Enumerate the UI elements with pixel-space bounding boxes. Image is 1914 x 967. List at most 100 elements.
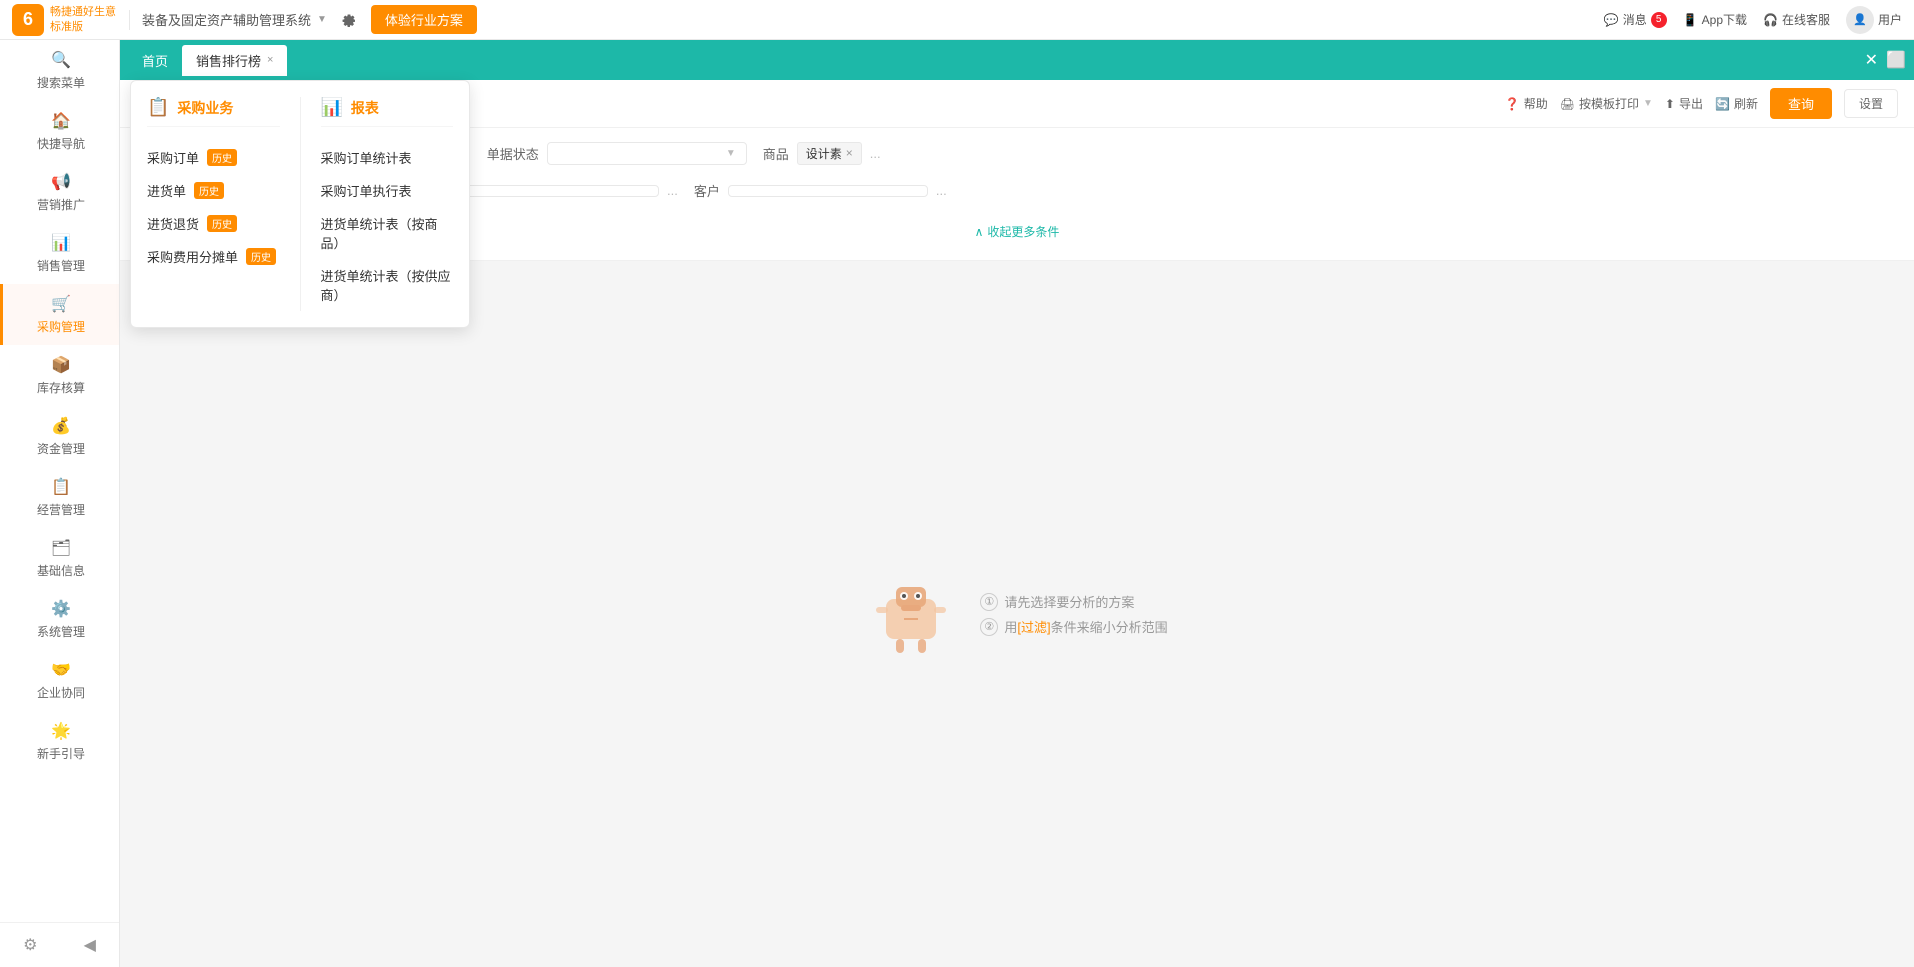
export-btn[interactable]: ⬆ 导出 [1665, 95, 1703, 112]
tab-sales-ranking[interactable]: 销售排行榜 × [182, 45, 287, 76]
search-icon: 🔍 [51, 50, 71, 70]
menu-item-goods-stats-product[interactable]: 进货单统计表（按商品） [321, 207, 454, 259]
help-btn[interactable]: ❓ 帮助 [1505, 95, 1548, 112]
sidebar-item-finance[interactable]: 💰 资金管理 [0, 406, 119, 467]
cooperation-icon: 🤝 [51, 660, 71, 680]
user-btn[interactable]: 👤 用户 [1846, 6, 1902, 34]
menu-col-report: 📊 报表 采购订单统计表 采购订单执行表 进货单统计表（按商品） 进货单统计表（… [321, 97, 454, 311]
empty-illustration [866, 569, 956, 659]
empty-hint-2: ② 用[过滤]条件来缩小分析范围 [980, 617, 1167, 636]
app-download-btn[interactable]: 📱 App下载 [1683, 11, 1747, 28]
system-title-arrow-icon: ▼ [317, 14, 327, 25]
empty-text: ① 请先选择要分析的方案 ② 用[过滤]条件来缩小分析范围 [980, 592, 1167, 636]
headset-icon: 🎧 [1763, 13, 1778, 27]
settings-button[interactable]: 设置 [1844, 89, 1898, 118]
menu-col-report-title: 📊 报表 [321, 97, 454, 127]
sales-icon: 📊 [51, 233, 71, 253]
sidebar-item-inventory[interactable]: 📦 库存核算 [0, 345, 119, 406]
home-icon: 🏠 [51, 111, 71, 131]
salesperson-input[interactable] [459, 185, 659, 197]
filter-dots-1[interactable]: ... [870, 146, 881, 161]
print-arrow-icon: ▼ [1643, 98, 1653, 109]
finance-icon: 💰 [51, 416, 71, 436]
sidebar-item-guide[interactable]: 🌟 新手引导 [0, 711, 119, 772]
menu-col-purchase-title: 📋 采购业务 [147, 97, 280, 127]
sidebar-item-cooperation[interactable]: 🤝 企业协同 [0, 650, 119, 711]
tabs-bar: 首页 销售排行榜 × ✕ ⬜ [120, 40, 1914, 80]
operations-icon: 📋 [51, 477, 71, 497]
tab-close-window-icon[interactable]: ✕ [1865, 50, 1878, 70]
sidebar-bottom: ⚙ ◀ [0, 922, 119, 967]
menu-item-goods-stats-supplier[interactable]: 进货单统计表（按供应商） [321, 259, 454, 311]
logo-icon: 6 [12, 4, 44, 36]
sidebar-item-marketing[interactable]: 📢 营销推广 [0, 162, 119, 223]
guide-icon: 🌟 [51, 721, 71, 741]
sidebar-item-sales[interactable]: 📊 销售管理 [0, 223, 119, 284]
status-input[interactable]: ▼ [547, 142, 747, 165]
main-content: ① 请先选择要分析的方案 ② 用[过滤]条件来缩小分析范围 [120, 261, 1914, 967]
badge-purchase-expense: 历史 [246, 248, 276, 265]
hint-text-2: 用[过滤]条件来缩小分析范围 [1004, 617, 1167, 636]
sidebar-item-basic-info[interactable]: 🗂 基础信息 [0, 528, 119, 589]
product-tag: 设计素 × [797, 142, 862, 165]
menu-item-purchase-order-stats[interactable]: 采购订单统计表 [321, 141, 454, 174]
refresh-icon: 🔄 [1715, 97, 1730, 111]
system-icon: ⚙️ [51, 599, 71, 619]
online-service-btn[interactable]: 🎧 在线客服 [1763, 11, 1830, 28]
sidebar-item-operations[interactable]: 📋 经营管理 [0, 467, 119, 528]
sidebar-menu: 🔍 搜索菜单 🏠 快捷导航 📢 营销推广 📊 销售管理 🛒 采购管 [0, 40, 119, 922]
settings-icon-btn[interactable] [335, 6, 363, 34]
message-icon: 💬 [1604, 13, 1619, 27]
purchase-icon: 🛒 [51, 294, 71, 314]
sidebar-settings-icon[interactable]: ⚙ [23, 935, 37, 955]
purchase-dropdown-menu: 📋 采购业务 采购订单 历史 进货单 历史 进货退货 历史 采购费用分摊单 历史 [130, 80, 470, 328]
customer-input[interactable] [728, 185, 928, 197]
menu-item-purchase-order[interactable]: 采购订单 历史 [147, 141, 280, 174]
sidebar-item-nav[interactable]: 🏠 快捷导航 [0, 101, 119, 162]
product-tag-remove-icon[interactable]: × [846, 146, 853, 160]
filter-dots-2[interactable]: ... [667, 183, 678, 198]
marketing-icon: 📢 [51, 172, 71, 192]
tabs-right: ✕ ⬜ [1865, 50, 1906, 70]
print-btn[interactable]: 🖨 按模板打印 ▼ [1560, 95, 1653, 112]
industry-button[interactable]: 体验行业方案 [371, 5, 477, 34]
menu-item-purchase-order-exec[interactable]: 采购订单执行表 [321, 174, 454, 207]
inventory-icon: 📦 [51, 355, 71, 375]
badge-goods-return: 历史 [207, 215, 237, 232]
product-filter: 商品 设计素 × ... [763, 142, 881, 165]
empty-state-container: ① 请先选择要分析的方案 ② 用[过滤]条件来缩小分析范围 [866, 569, 1167, 659]
tab-home[interactable]: 首页 [128, 45, 182, 76]
message-btn[interactable]: 💬 消息 5 [1604, 11, 1667, 28]
help-icon: ❓ [1505, 97, 1520, 111]
status-arrow-icon: ▼ [726, 148, 736, 159]
refresh-btn[interactable]: 🔄 刷新 [1715, 95, 1758, 112]
sidebar-collapse-icon[interactable]: ◀ [84, 935, 96, 955]
tab-close-icon[interactable]: × [267, 54, 273, 66]
menu-item-purchase-expense[interactable]: 采购费用分摊单 历史 [147, 240, 280, 273]
customer-label: 客户 [694, 181, 720, 200]
sidebar-item-system[interactable]: ⚙️ 系统管理 [0, 589, 119, 650]
logo-area: 6 畅捷通好生意 标准版 [12, 4, 117, 36]
hint-num-1: ① [980, 593, 998, 611]
hint-num-2: ② [980, 618, 998, 636]
logo-text: 畅捷通好生意 标准版 [50, 5, 116, 34]
menu-item-goods-received[interactable]: 进货单 历史 [147, 174, 280, 207]
product-label: 商品 [763, 144, 789, 163]
sidebar: 🔍 搜索菜单 🏠 快捷导航 📢 营销推广 📊 销售管理 🛒 采购管 [0, 40, 120, 967]
empty-hint-1: ① 请先选择要分析的方案 [980, 592, 1167, 611]
badge-purchase-order: 历史 [207, 149, 237, 166]
sidebar-item-purchase[interactable]: 🛒 采购管理 [0, 284, 119, 345]
chevron-up-icon: ∧ [975, 225, 984, 239]
menu-item-goods-return[interactable]: 进货退货 历史 [147, 207, 280, 240]
query-button[interactable]: 查询 [1770, 88, 1832, 119]
top-bar-left: 6 畅捷通好生意 标准版 装备及固定资产辅助管理系统 ▼ 体验行业方案 [12, 4, 1604, 36]
top-bar: 6 畅捷通好生意 标准版 装备及固定资产辅助管理系统 ▼ 体验行业方案 💬 消息 [0, 0, 1914, 40]
tab-maximize-icon[interactable]: ⬜ [1886, 50, 1906, 70]
system-title[interactable]: 装备及固定资产辅助管理系统 ▼ [142, 10, 327, 29]
filter-dots-3[interactable]: ... [936, 183, 947, 198]
menu-col-purchase: 📋 采购业务 采购订单 历史 进货单 历史 进货退货 历史 采购费用分摊单 历史 [147, 97, 280, 311]
badge-goods-received: 历史 [194, 182, 224, 199]
print-icon: 🖨 [1560, 97, 1575, 111]
phone-icon: 📱 [1683, 13, 1698, 27]
sidebar-item-search[interactable]: 🔍 搜索菜单 [0, 40, 119, 101]
